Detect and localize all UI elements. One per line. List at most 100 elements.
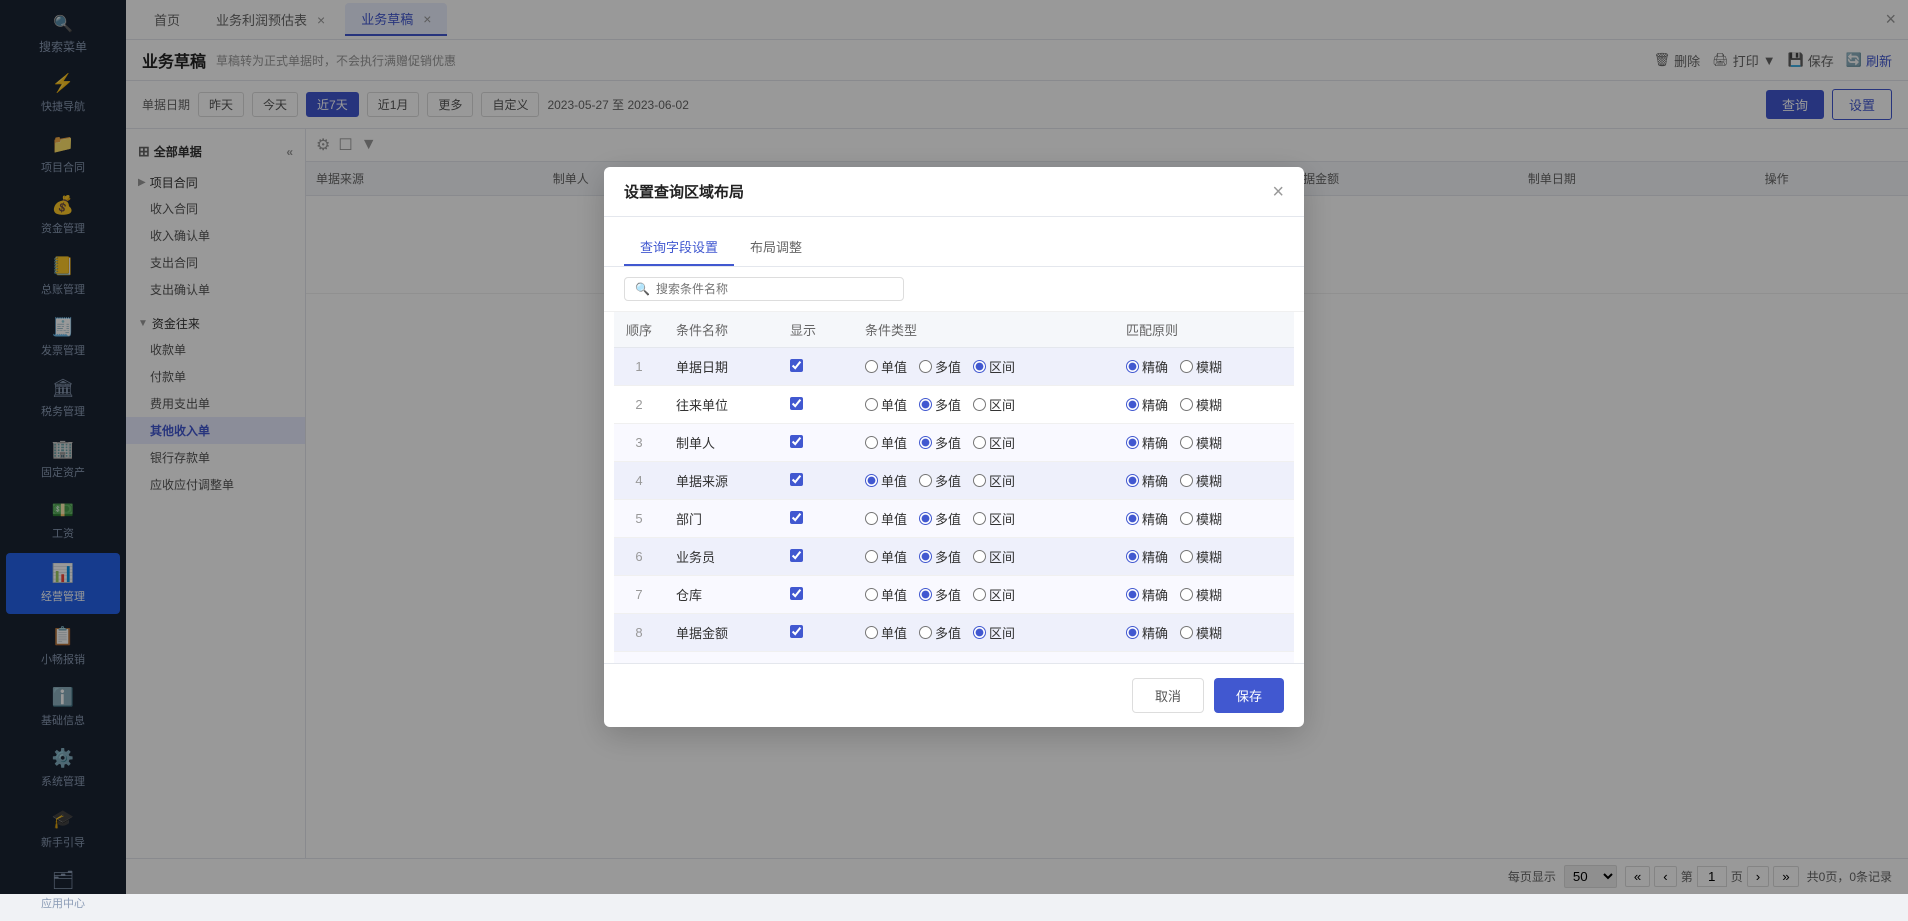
type-radio-input[interactable]	[865, 626, 878, 639]
type-radio-label[interactable]: 区间	[973, 623, 1015, 642]
type-radio-input[interactable]	[865, 398, 878, 411]
match-radio-input[interactable]	[1180, 512, 1193, 525]
match-radio-input[interactable]	[1180, 360, 1193, 373]
type-radio-label[interactable]: 多值	[919, 357, 961, 376]
match-radio-input[interactable]	[1126, 588, 1139, 601]
match-radio-input[interactable]	[1180, 474, 1193, 487]
show-checkbox[interactable]	[790, 549, 803, 562]
type-radio-input[interactable]	[973, 360, 986, 373]
match-radio-label[interactable]: 精确	[1126, 471, 1168, 490]
match-radio-label[interactable]: 模糊	[1180, 395, 1222, 414]
type-radio-label[interactable]: 区间	[973, 509, 1015, 528]
type-radio-input[interactable]	[919, 360, 932, 373]
type-radio-input[interactable]	[919, 474, 932, 487]
match-radio-input[interactable]	[1180, 588, 1193, 601]
match-radio-label[interactable]: 精确	[1126, 623, 1168, 642]
type-radio-label[interactable]: 区间	[973, 395, 1015, 414]
type-radio-input[interactable]	[973, 474, 986, 487]
row-order: 5	[614, 500, 664, 538]
type-radio-input[interactable]	[865, 436, 878, 449]
match-radio-label[interactable]: 精确	[1126, 395, 1168, 414]
match-radio-label[interactable]: 模糊	[1180, 471, 1222, 490]
cancel-button[interactable]: 取消	[1132, 678, 1204, 713]
type-radio-input[interactable]	[919, 588, 932, 601]
match-radio-input[interactable]	[1180, 626, 1193, 639]
col-cond-name: 条件名称	[664, 312, 778, 348]
tab-layout[interactable]: 布局调整	[734, 229, 818, 266]
match-radio-label[interactable]: 精确	[1126, 585, 1168, 604]
save-button-dialog[interactable]: 保存	[1214, 678, 1284, 713]
match-radio-input[interactable]	[1126, 550, 1139, 563]
type-radio-label[interactable]: 多值	[919, 433, 961, 452]
type-radio-input[interactable]	[919, 512, 932, 525]
type-radio-input[interactable]	[973, 436, 986, 449]
show-checkbox[interactable]	[790, 511, 803, 524]
match-radio-input[interactable]	[1180, 436, 1193, 449]
show-checkbox[interactable]	[790, 397, 803, 410]
type-radio-input[interactable]	[919, 398, 932, 411]
type-radio-input[interactable]	[973, 398, 986, 411]
match-radio-label[interactable]: 模糊	[1180, 433, 1222, 452]
match-radio-label[interactable]: 精确	[1126, 547, 1168, 566]
type-radio-input[interactable]	[865, 474, 878, 487]
match-radio-input[interactable]	[1180, 398, 1193, 411]
type-radio-label[interactable]: 单值	[865, 623, 907, 642]
match-radio-input[interactable]	[1126, 474, 1139, 487]
type-radio-label[interactable]: 区间	[973, 357, 1015, 376]
type-radio-label[interactable]: 区间	[973, 471, 1015, 490]
type-radio-label[interactable]: 单值	[865, 395, 907, 414]
type-radio-label[interactable]: 多值	[919, 471, 961, 490]
type-radio-label[interactable]: 单值	[865, 471, 907, 490]
type-radio-input[interactable]	[865, 360, 878, 373]
condition-search-input[interactable]	[656, 282, 856, 296]
type-radio-input[interactable]	[919, 436, 932, 449]
match-radio-label[interactable]: 精确	[1126, 433, 1168, 452]
match-radio-label[interactable]: 模糊	[1180, 585, 1222, 604]
type-radio-input[interactable]	[973, 512, 986, 525]
match-radio-input[interactable]	[1180, 550, 1193, 563]
type-radio-label[interactable]: 多值	[919, 509, 961, 528]
type-radio-label[interactable]: 单值	[865, 509, 907, 528]
type-radio-input[interactable]	[973, 588, 986, 601]
show-checkbox[interactable]	[790, 587, 803, 600]
dialog-body: 查询字段设置 布局调整 🔍 顺序 条	[604, 217, 1304, 663]
type-radio-label[interactable]: 区间	[973, 547, 1015, 566]
type-radio-input[interactable]	[865, 588, 878, 601]
type-radio-label[interactable]: 单值	[865, 357, 907, 376]
type-radio-label[interactable]: 区间	[973, 433, 1015, 452]
match-radio-label[interactable]: 模糊	[1180, 547, 1222, 566]
match-radio-label[interactable]: 精确	[1126, 509, 1168, 528]
type-radio-label[interactable]: 区间	[973, 585, 1015, 604]
type-radio-input[interactable]	[973, 626, 986, 639]
show-checkbox[interactable]	[790, 625, 803, 638]
row-type: 单值多值区间	[853, 500, 1114, 538]
type-radio-input[interactable]	[973, 550, 986, 563]
match-radio-input[interactable]	[1126, 398, 1139, 411]
match-radio-label[interactable]: 精确	[1126, 357, 1168, 376]
show-checkbox[interactable]	[790, 473, 803, 486]
type-radio-input[interactable]	[919, 626, 932, 639]
match-radio-label[interactable]: 模糊	[1180, 357, 1222, 376]
type-radio-label[interactable]: 单值	[865, 433, 907, 452]
type-radio-label[interactable]: 多值	[919, 585, 961, 604]
match-radio-input[interactable]	[1126, 436, 1139, 449]
match-radio-input[interactable]	[1126, 360, 1139, 373]
type-radio-label[interactable]: 多值	[919, 547, 961, 566]
type-radio-input[interactable]	[865, 550, 878, 563]
row-type: 单值多值区间	[853, 348, 1114, 386]
match-radio-label[interactable]: 模糊	[1180, 623, 1222, 642]
type-radio-input[interactable]	[865, 512, 878, 525]
type-radio-input[interactable]	[919, 550, 932, 563]
show-checkbox[interactable]	[790, 435, 803, 448]
match-radio-label[interactable]: 模糊	[1180, 509, 1222, 528]
type-radio-label[interactable]: 多值	[919, 623, 961, 642]
type-radio-label[interactable]: 多值	[919, 395, 961, 414]
show-checkbox[interactable]	[790, 359, 803, 372]
dialog-close-button[interactable]: ×	[1272, 182, 1284, 202]
match-radio-input[interactable]	[1126, 626, 1139, 639]
match-radio-input[interactable]	[1126, 512, 1139, 525]
row-type: 单值多值区间	[853, 614, 1114, 652]
type-radio-label[interactable]: 单值	[865, 585, 907, 604]
type-radio-label[interactable]: 单值	[865, 547, 907, 566]
tab-field-settings[interactable]: 查询字段设置	[624, 229, 734, 266]
